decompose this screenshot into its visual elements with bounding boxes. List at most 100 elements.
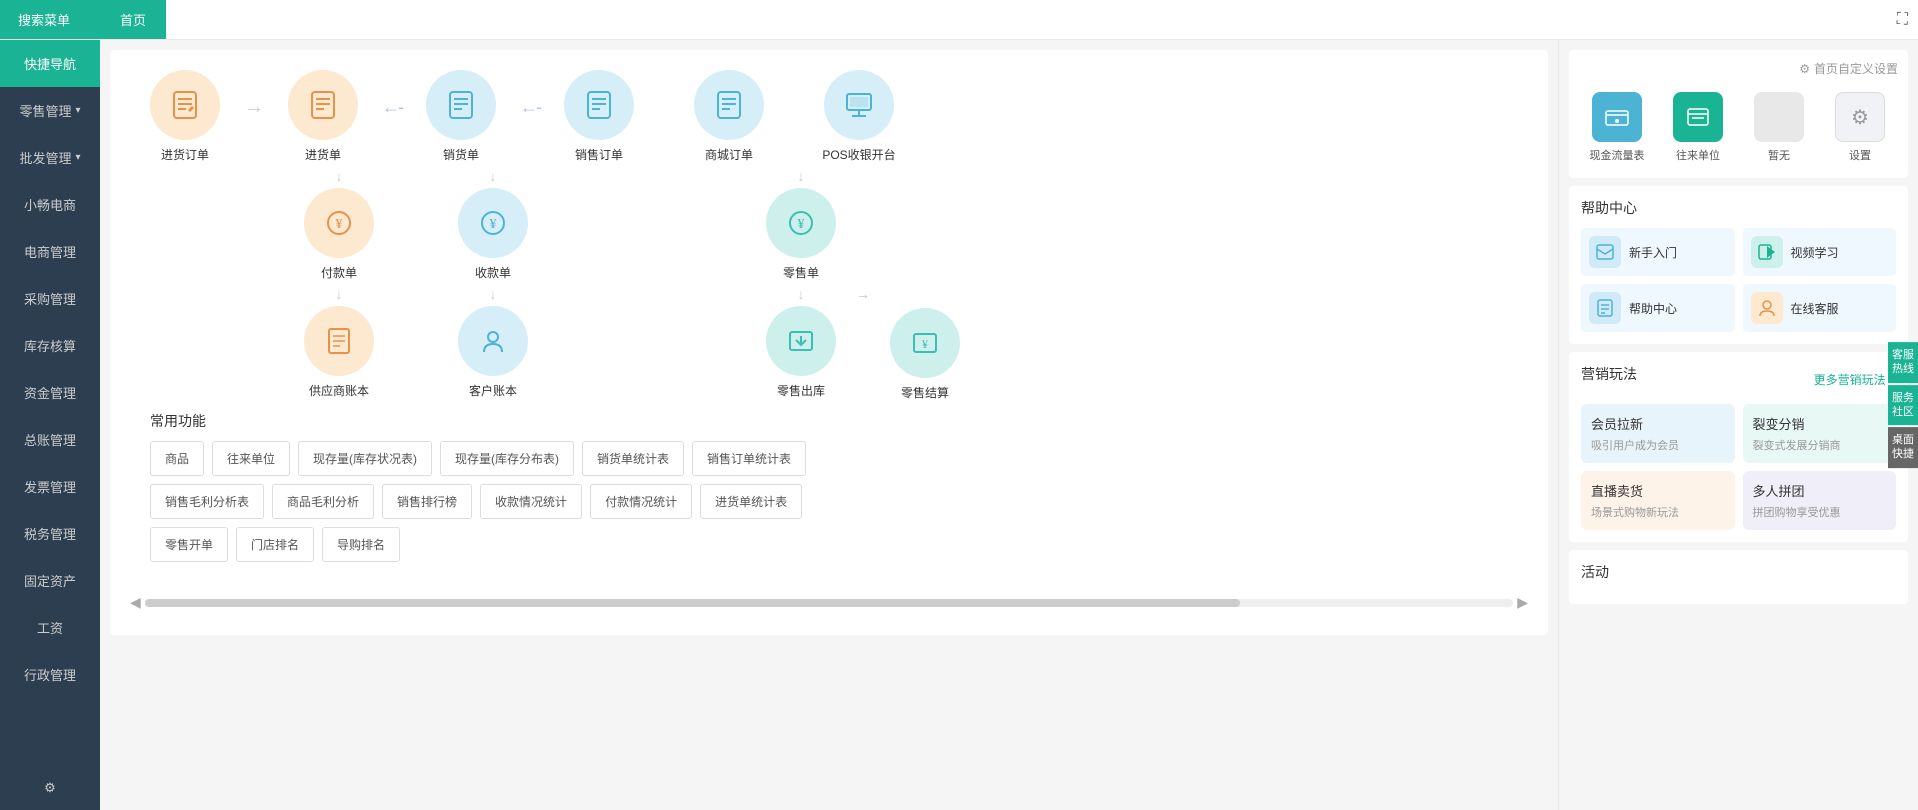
- scroll-left-arrow[interactable]: ◀: [130, 594, 141, 611]
- help-grid: 新手入门 视频学习 帮助中心: [1581, 228, 1896, 332]
- sidebar-item-finance[interactable]: 资金管理: [0, 369, 100, 416]
- sidebar-item-admin[interactable]: 行政管理: [0, 651, 100, 698]
- func-btn-inventory-dist[interactable]: 现存量(库存分布表): [440, 441, 574, 476]
- side-btn-desktop[interactable]: 桌面快捷: [1888, 427, 1918, 468]
- scroll-bar: ◀ ▶: [130, 590, 1528, 615]
- marketing-section: 营销玩法 更多营销玩法 > 会员拉新 吸引用户成为会员 裂变分销 裂变式发展分销…: [1569, 352, 1908, 542]
- func-btn-sales-rank[interactable]: 销售排行榜: [382, 484, 472, 519]
- down-arrow-payment: ↓: [336, 168, 343, 184]
- func-btn-inventory-status[interactable]: 现存量(库存状况表): [298, 441, 432, 476]
- home-tab[interactable]: 首页: [100, 0, 166, 39]
- func-btn-receipt-stat[interactable]: 收款情况统计: [480, 484, 582, 519]
- sidebar: 快捷导航 零售管理 ▾ 批发管理 ▾ 小畅电商 电商管理 采购管理 库存核算 资…: [0, 40, 100, 810]
- func-row-3: 零售开单 门店排名 导购排名: [150, 527, 1508, 562]
- sidebar-item-ecommerce-small[interactable]: 小畅电商: [0, 181, 100, 228]
- func-btn-guide-rank[interactable]: 导购排名: [322, 527, 400, 562]
- content-area: 进货订单 → 进货单 ←-: [100, 40, 1918, 810]
- flow-node-sales-order[interactable]: 销售订单: [544, 70, 654, 163]
- scroll-right-arrow[interactable]: ▶: [1517, 594, 1528, 611]
- down-arrow-retail-out: ↓: [798, 286, 805, 302]
- side-btn-service[interactable]: 客服热线: [1888, 342, 1918, 383]
- flow-node-mall-order[interactable]: 商城订单: [674, 70, 784, 163]
- quick-icon-empty: 暂无: [1746, 92, 1812, 163]
- func-btn-purchase-stat[interactable]: 进货单统计表: [700, 484, 802, 519]
- down-arrow-retail: ↓: [798, 168, 805, 184]
- chevron-down-icon: ▾: [75, 105, 80, 116]
- sidebar-item-ledger[interactable]: 总账管理: [0, 416, 100, 463]
- sidebar-item-quick-nav[interactable]: 快捷导航: [0, 40, 100, 87]
- sidebar-item-ecommerce-mgmt[interactable]: 电商管理: [0, 228, 100, 275]
- func-btn-sales-profit[interactable]: 销售毛利分析表: [150, 484, 264, 519]
- sidebar-item-assets[interactable]: 固定资产: [0, 557, 100, 604]
- sidebar-item-retail[interactable]: 零售管理 ▾: [0, 87, 100, 134]
- flow-node-supplier-ledger[interactable]: 供应商账本: [284, 306, 394, 399]
- top-bar: 搜索菜单 首页 ⛶: [0, 0, 1918, 40]
- sidebar-item-purchase[interactable]: 采购管理: [0, 275, 100, 322]
- more-marketing-link[interactable]: 更多营销玩法 >: [1814, 371, 1896, 388]
- func-row-2: 销售毛利分析表 商品毛利分析 销售排行榜 收款情况统计 付款情况统计 进货单统计…: [150, 484, 1508, 519]
- func-btn-sales-stat[interactable]: 销货单统计表: [582, 441, 684, 476]
- flow-node-purchase-order[interactable]: 进货订单: [130, 70, 240, 163]
- flow-node-retail-out[interactable]: 零售出库: [746, 306, 856, 399]
- help-item-helpcenter[interactable]: 帮助中心: [1581, 284, 1735, 332]
- marketing-card-live[interactable]: 直播卖货 场景式购物新玩法: [1581, 471, 1735, 530]
- scroll-track[interactable]: [145, 599, 1513, 607]
- svg-text:¥: ¥: [798, 217, 805, 232]
- sidebar-item-tax[interactable]: 税务管理: [0, 510, 100, 557]
- svg-text:¥: ¥: [490, 217, 497, 232]
- down-arrow-supplier: ↓: [336, 286, 343, 302]
- marketing-header: 营销玩法 更多营销玩法 >: [1581, 364, 1896, 394]
- marketing-title: 营销玩法: [1581, 364, 1637, 384]
- quick-icon-settings[interactable]: ⚙ 设置: [1827, 92, 1893, 163]
- func-btn-goods-profit[interactable]: 商品毛利分析: [272, 484, 374, 519]
- customize-setting[interactable]: ⚙ 首页自定义设置: [1579, 60, 1898, 77]
- quick-icon-partners[interactable]: 往来单位: [1665, 92, 1731, 163]
- help-item-online-service[interactable]: 在线客服: [1743, 284, 1897, 332]
- svg-text:¥: ¥: [922, 337, 928, 351]
- main-layout: 快捷导航 零售管理 ▾ 批发管理 ▾ 小畅电商 电商管理 采购管理 库存核算 资…: [0, 40, 1918, 810]
- marketing-grid: 会员拉新 吸引用户成为会员 裂变分销 裂变式发展分销商 直播卖货 场景式购物新玩…: [1581, 404, 1896, 530]
- flow-node-pos[interactable]: POS收银开台: [804, 70, 914, 163]
- gear-icon[interactable]: ⚙: [0, 766, 100, 810]
- sidebar-item-invoice[interactable]: 发票管理: [0, 463, 100, 510]
- side-buttons: 客服热线 服务社区 桌面快捷: [1888, 342, 1918, 468]
- flow-row-1: 进货订单 → 进货单 ←-: [130, 70, 1528, 163]
- quick-icon-cashflow[interactable]: 现金流量表: [1584, 92, 1650, 163]
- flow-node-purchase[interactable]: 进货单: [268, 70, 378, 163]
- func-btn-retail-order[interactable]: 零售开单: [150, 527, 228, 562]
- func-btn-payment-stat[interactable]: 付款情况统计: [590, 484, 692, 519]
- help-item-beginner[interactable]: 新手入门: [1581, 228, 1735, 276]
- func-btn-sales-order-stat[interactable]: 销售订单统计表: [692, 441, 806, 476]
- flow-node-retail-bill[interactable]: ¥ 零售单: [746, 188, 856, 281]
- flow-node-retail-settlement[interactable]: ¥ 零售结算: [870, 308, 980, 401]
- dashed-arrow-1: ←-: [382, 97, 402, 118]
- func-btn-partners[interactable]: 往来单位: [212, 441, 290, 476]
- func-btn-store-rank[interactable]: 门店排名: [236, 527, 314, 562]
- help-item-video[interactable]: 视频学习: [1743, 228, 1897, 276]
- sidebar-item-inventory[interactable]: 库存核算: [0, 322, 100, 369]
- common-functions: 常用功能 商品 往来单位 现存量(库存状况表) 现存量(库存分布表) 销货单统计…: [130, 411, 1528, 590]
- settings-gear-icon: ⚙: [1851, 105, 1869, 130]
- flow-node-customer-ledger[interactable]: 客户账本: [438, 306, 548, 399]
- chevron-down-icon: ▾: [75, 152, 80, 163]
- flow-node-receipt[interactable]: ¥ 收款单: [438, 188, 548, 281]
- help-center: 帮助中心 新手入门 视频学习: [1569, 186, 1908, 344]
- dashed-arrow-2: ←-: [520, 97, 540, 118]
- down-arrow-customer: ↓: [490, 286, 497, 302]
- flow-node-sales[interactable]: 销货单: [406, 70, 516, 163]
- flow-node-payment[interactable]: ¥ 付款单: [284, 188, 394, 281]
- expand-button[interactable]: ⛶: [1897, 11, 1908, 29]
- marketing-card-member[interactable]: 会员拉新 吸引用户成为会员: [1581, 404, 1735, 463]
- marketing-card-fission[interactable]: 裂变分销 裂变式发展分销商: [1743, 404, 1897, 463]
- search-menu[interactable]: 搜索菜单: [0, 0, 100, 39]
- common-func-title: 常用功能: [150, 411, 1508, 431]
- down-arrow-receipt: ↓: [490, 168, 497, 184]
- func-btn-goods[interactable]: 商品: [150, 441, 204, 476]
- sidebar-item-wholesale[interactable]: 批发管理 ▾: [0, 134, 100, 181]
- marketing-card-group[interactable]: 多人拼团 拼团购物享受优惠: [1743, 471, 1897, 530]
- func-row-1: 商品 往来单位 现存量(库存状况表) 现存量(库存分布表) 销货单统计表 销售订…: [150, 441, 1508, 476]
- sidebar-item-payroll[interactable]: 工资: [0, 604, 100, 651]
- scroll-thumb: [145, 599, 1240, 607]
- customize-label: 首页自定义设置: [1814, 60, 1898, 77]
- side-btn-community[interactable]: 服务社区: [1888, 385, 1918, 426]
